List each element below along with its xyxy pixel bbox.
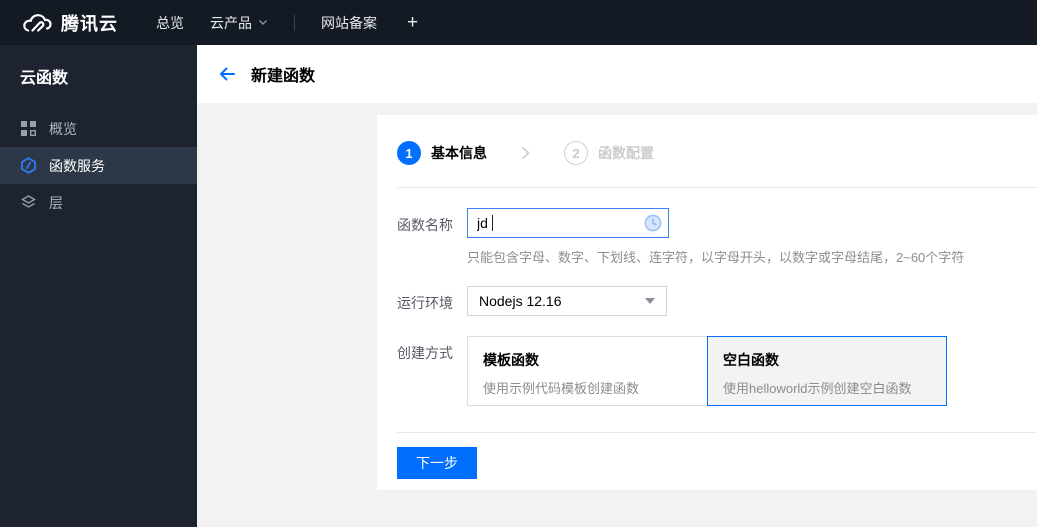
option-description: 使用helloworld示例创建空白函数 — [723, 381, 912, 396]
main-region: 新建函数 1 基本信息 2 函数配置 函数名称 jd 只能包含字母、数字、下划线… — [197, 45, 1037, 527]
layers-icon — [20, 194, 37, 211]
wizard-steps: 1 基本信息 2 函数配置 — [397, 141, 1017, 165]
chevron-down-icon — [258, 19, 268, 26]
function-hexagon-icon — [20, 157, 37, 174]
step-2-label: 函数配置 — [598, 145, 654, 161]
step-1-label: 基本信息 — [431, 145, 487, 161]
option-title: 模板函数 — [483, 352, 539, 368]
function-name-row: 函数名称 jd 只能包含字母、数字、下划线、连字符，以字母开头，以数字或字母结尾… — [397, 208, 1037, 266]
select-caret-icon — [645, 298, 655, 304]
runtime-select[interactable]: Nodejs 12.16 — [467, 286, 667, 316]
nav-separator — [294, 14, 295, 31]
function-name-label: 函数名称 — [397, 217, 453, 233]
tencent-cloud-logo[interactable]: 腾讯云 — [20, 10, 118, 36]
blank-function-option[interactable]: 空白函数 使用helloworld示例创建空白函数 — [707, 336, 947, 406]
sidebar-item-layers[interactable]: 层 — [0, 184, 197, 221]
grid-icon — [20, 120, 37, 137]
sidebar-title: 云函数 — [20, 70, 69, 87]
runtime-row: 运行环境 Nodejs 12.16 — [397, 286, 1037, 316]
brand-name: 腾讯云 — [61, 13, 118, 34]
top-navigation: 总览 云产品 网站备案 + — [156, 13, 418, 33]
text-cursor — [492, 215, 493, 231]
creation-method-row: 创建方式 模板函数 使用示例代码模板创建函数 空白函数 使用helloworld… — [397, 336, 1037, 406]
create-function-card: 1 基本信息 2 函数配置 函数名称 jd 只能包含字母、数字、下划线、连字符，… — [377, 115, 1037, 490]
step-1-indicator: 1 — [397, 141, 421, 165]
sidebar-item-function-service[interactable]: 函数服务 — [0, 147, 197, 184]
sidebar-item-label: 函数服务 — [49, 157, 105, 174]
creation-method-label: 创建方式 — [397, 345, 453, 361]
cloud-logo-icon — [20, 11, 52, 35]
step-2-indicator: 2 — [564, 141, 588, 165]
page-title: 新建函数 — [251, 68, 316, 85]
nav-item-cloud-products[interactable]: 云产品 — [210, 13, 268, 33]
basic-info-form: 函数名称 jd 只能包含字母、数字、下划线、连字符，以字母开头，以数字或字母结尾… — [377, 188, 1037, 406]
nav-item-icp-filing[interactable]: 网站备案 — [321, 13, 377, 33]
runtime-label: 运行环境 — [397, 295, 453, 311]
add-nav-button[interactable]: + — [407, 13, 418, 32]
function-name-hint: 只能包含字母、数字、下划线、连字符，以字母开头，以数字或字母结尾，2~60个字符 — [467, 250, 965, 265]
sidebar-item-label: 层 — [49, 194, 63, 211]
runtime-selected-value: Nodejs 12.16 — [479, 293, 562, 309]
function-name-input[interactable] — [467, 208, 669, 238]
option-description: 使用示例代码模板创建函数 — [483, 381, 640, 396]
page-header: 新建函数 — [197, 45, 1037, 103]
chevron-right-icon — [521, 146, 530, 160]
topbar: 腾讯云 总览 云产品 网站备案 + — [0, 0, 1037, 45]
option-title: 空白函数 — [723, 352, 779, 368]
clock-icon — [644, 214, 662, 237]
back-arrow-icon[interactable] — [218, 65, 236, 83]
content-area: 1 基本信息 2 函数配置 函数名称 jd 只能包含字母、数字、下划线、连字符，… — [197, 103, 1037, 527]
template-function-option[interactable]: 模板函数 使用示例代码模板创建函数 — [467, 336, 707, 406]
sidebar-menu: 概览 函数服务 层 — [0, 110, 197, 221]
sidebar-item-overview[interactable]: 概览 — [0, 110, 197, 147]
next-step-button[interactable]: 下一步 — [397, 447, 477, 479]
sidebar-item-label: 概览 — [49, 120, 77, 137]
nav-item-overview[interactable]: 总览 — [156, 13, 184, 33]
card-footer: 下一步 — [377, 433, 1037, 479]
sidebar: 云函数 概览 函数服务 层 — [0, 45, 197, 527]
app-window: 腾讯云 总览 云产品 网站备案 + 云函数 概览 函数服务 层 新建函数 1 基… — [0, 0, 1037, 527]
